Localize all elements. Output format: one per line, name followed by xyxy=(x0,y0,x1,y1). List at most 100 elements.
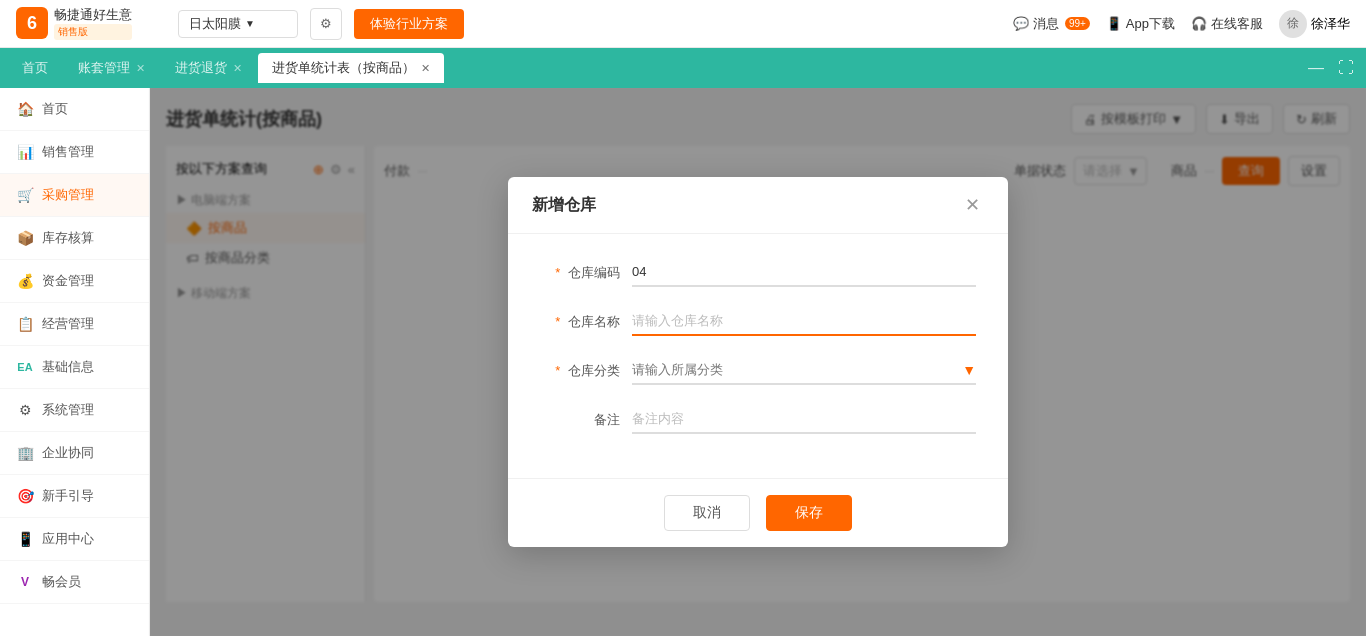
tab-actions: — ⛶ xyxy=(1304,56,1358,80)
sidebar-label-basic-info: 基础信息 xyxy=(42,358,94,376)
remark-row: 备注 xyxy=(540,405,976,434)
new-warehouse-modal: 新增仓库 ✕ * 仓库编码 xyxy=(508,177,1008,547)
sidebar-item-guide[interactable]: 🎯 新手引导 xyxy=(0,475,149,518)
modal-footer: 取消 保存 xyxy=(508,478,1008,547)
warehouse-name-label: * 仓库名称 xyxy=(540,313,620,331)
warehouse-code-input[interactable] xyxy=(632,258,976,287)
tab-purchase-stats[interactable]: 进货单统计表（按商品） ✕ xyxy=(258,53,444,83)
purchase-return-tab-label: 进货退货 xyxy=(175,59,227,77)
warehouse-name-row: * 仓库名称 xyxy=(540,307,976,336)
member-icon: V xyxy=(16,573,34,591)
warehouse-code-row: * 仓库编码 xyxy=(540,258,976,287)
sidebar-item-inventory[interactable]: 📦 库存核算 xyxy=(0,217,149,260)
home-tab-label: 首页 xyxy=(22,59,48,77)
sidebar-item-operations[interactable]: 📋 经营管理 xyxy=(0,303,149,346)
warehouse-category-row: * 仓库分类 ▼ xyxy=(540,356,976,385)
remark-label: 备注 xyxy=(540,411,620,429)
user-name: 徐泽华 xyxy=(1311,15,1350,33)
tab-account-management[interactable]: 账套管理 ✕ xyxy=(64,53,159,83)
chevron-down-icon: ▼ xyxy=(245,18,255,29)
sidebar-item-basic-info[interactable]: EA 基础信息 xyxy=(0,346,149,389)
tab-minimize-button[interactable]: — xyxy=(1304,56,1328,80)
system-icon: ⚙ xyxy=(16,401,34,419)
sales-icon: 📊 xyxy=(16,143,34,161)
sidebar-label-inventory: 库存核算 xyxy=(42,229,94,247)
main-section: 🏠 首页 📊 销售管理 🛒 采购管理 📦 库存核算 💰 资金管理 📋 经 xyxy=(0,88,1366,636)
modal-body: * 仓库编码 * 仓库名称 xyxy=(508,234,1008,478)
sidebar-label-enterprise: 企业协同 xyxy=(42,444,94,462)
sidebar-item-system[interactable]: ⚙ 系统管理 xyxy=(0,389,149,432)
online-service-button[interactable]: 🎧 在线客服 xyxy=(1191,15,1263,33)
avatar: 徐 xyxy=(1279,10,1307,38)
top-header: 6 畅捷通好生意 销售版 日太阳膜 ▼ ⚙ 体验行业方案 💬 消息 99+ 📱 xyxy=(0,0,1366,48)
logo-text: 畅捷通好生意 xyxy=(54,7,132,24)
sidebar-label-apps: 应用中心 xyxy=(42,530,94,548)
purchase-icon: 🛒 xyxy=(16,186,34,204)
apps-icon: 📱 xyxy=(16,530,34,548)
settings-button[interactable]: ⚙ xyxy=(310,8,342,40)
headset-icon: 🎧 xyxy=(1191,16,1207,31)
right-panel: 进货单统计(按商品) 🖨 按模板打印 ▼ ⬇ 导出 ↻ xyxy=(150,88,1366,636)
app-download-button[interactable]: 📱 App下载 xyxy=(1106,15,1175,33)
sidebar-label-purchase: 采购管理 xyxy=(42,186,94,204)
sidebar-label-finance: 资金管理 xyxy=(42,272,94,290)
sidebar-item-home[interactable]: 🏠 首页 xyxy=(0,88,149,131)
sidebar-label-system: 系统管理 xyxy=(42,401,94,419)
warehouse-category-label: * 仓库分类 xyxy=(540,362,620,380)
operations-icon: 📋 xyxy=(16,315,34,333)
tab-purchase-return[interactable]: 进货退货 ✕ xyxy=(161,53,256,83)
sidebar-item-purchase[interactable]: 🛒 采购管理 xyxy=(0,174,149,217)
home-icon: 🏠 xyxy=(16,100,34,118)
warehouse-name-input[interactable] xyxy=(632,307,976,336)
tab-home[interactable]: 首页 xyxy=(8,53,62,83)
category-dropdown-icon[interactable]: ▼ xyxy=(962,362,976,378)
warehouse-category-input[interactable] xyxy=(632,356,962,383)
basic-info-icon: EA xyxy=(16,358,34,376)
sidebar-label-operations: 经营管理 xyxy=(42,315,94,333)
trial-button[interactable]: 体验行业方案 xyxy=(354,9,464,39)
logo-area: 6 畅捷通好生意 销售版 xyxy=(16,7,166,40)
tab-expand-button[interactable]: ⛶ xyxy=(1334,56,1358,80)
sidebar-label-sales: 销售管理 xyxy=(42,143,94,161)
account-tab-label: 账套管理 xyxy=(78,59,130,77)
user-menu[interactable]: 徐 徐泽华 xyxy=(1279,10,1350,38)
modal-overlay: 新增仓库 ✕ * 仓库编码 xyxy=(150,88,1366,636)
cancel-button[interactable]: 取消 xyxy=(664,495,750,531)
mobile-icon: 📱 xyxy=(1106,16,1122,31)
sidebar-item-apps[interactable]: 📱 应用中心 xyxy=(0,518,149,561)
modal-close-button[interactable]: ✕ xyxy=(960,193,984,217)
store-selector[interactable]: 日太阳膜 ▼ xyxy=(178,10,298,38)
store-name: 日太阳膜 xyxy=(189,15,241,33)
logo-badge: 销售版 xyxy=(54,24,132,40)
app-wrapper: 6 畅捷通好生意 销售版 日太阳膜 ▼ ⚙ 体验行业方案 💬 消息 99+ 📱 xyxy=(0,0,1366,636)
tab-close-icon[interactable]: ✕ xyxy=(421,62,430,75)
sidebar-label-member: 畅会员 xyxy=(42,573,81,591)
modal-header: 新增仓库 ✕ xyxy=(508,177,1008,234)
gear-icon: ⚙ xyxy=(320,16,332,31)
tab-close-icon[interactable]: ✕ xyxy=(233,62,242,75)
sidebar-label-home: 首页 xyxy=(42,100,68,118)
tab-close-icon[interactable]: ✕ xyxy=(136,62,145,75)
logo-icon: 6 xyxy=(16,7,48,39)
header-right: 💬 消息 99+ 📱 App下载 🎧 在线客服 徐 徐泽华 xyxy=(1013,10,1350,38)
sidebar-item-finance[interactable]: 💰 资金管理 xyxy=(0,260,149,303)
warehouse-code-label: * 仓库编码 xyxy=(540,264,620,282)
inventory-icon: 📦 xyxy=(16,229,34,247)
avatar-initials: 徐 xyxy=(1287,15,1299,32)
message-button[interactable]: 💬 消息 99+ xyxy=(1013,15,1090,33)
finance-icon: 💰 xyxy=(16,272,34,290)
message-badge: 99+ xyxy=(1065,17,1090,30)
guide-icon: 🎯 xyxy=(16,487,34,505)
sidebar-label-guide: 新手引导 xyxy=(42,487,94,505)
tab-bar: 首页 账套管理 ✕ 进货退货 ✕ 进货单统计表（按商品） ✕ — ⛶ xyxy=(0,48,1366,88)
modal-title: 新增仓库 xyxy=(532,195,596,216)
enterprise-icon: 🏢 xyxy=(16,444,34,462)
purchase-stats-tab-label: 进货单统计表（按商品） xyxy=(272,59,415,77)
sidebar: 🏠 首页 📊 销售管理 🛒 采购管理 📦 库存核算 💰 资金管理 📋 经 xyxy=(0,88,150,636)
sidebar-item-member[interactable]: V 畅会员 xyxy=(0,561,149,604)
remark-input[interactable] xyxy=(632,405,976,434)
sidebar-item-enterprise[interactable]: 🏢 企业协同 xyxy=(0,432,149,475)
warehouse-category-select-wrapper: ▼ xyxy=(632,356,976,385)
sidebar-item-sales[interactable]: 📊 销售管理 xyxy=(0,131,149,174)
save-button[interactable]: 保存 xyxy=(766,495,852,531)
